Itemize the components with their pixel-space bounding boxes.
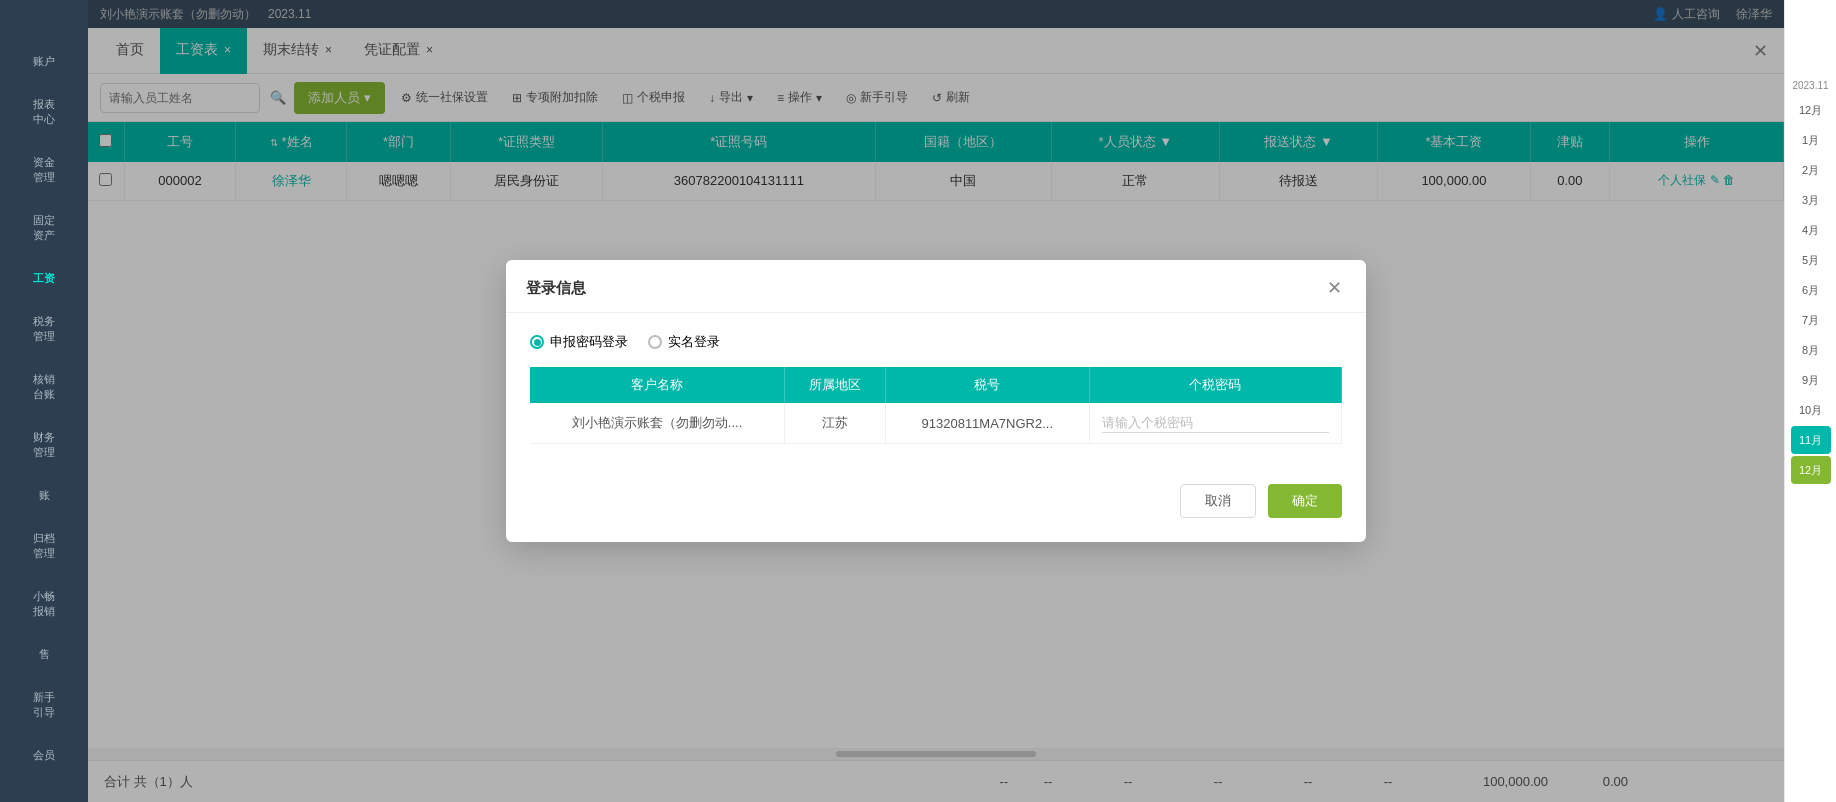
cal-month-8[interactable]: 8月	[1791, 336, 1831, 364]
cal-month-1[interactable]: 1月	[1791, 126, 1831, 154]
cal-month-12[interactable]: 12月	[1791, 456, 1831, 484]
sidebar-item-tax[interactable]: 税务管理	[0, 300, 88, 358]
sidebar-item-guide[interactable]: 新手引导	[0, 676, 88, 734]
col-region: 所属地区	[785, 367, 886, 403]
client-table: 客户名称 所属地区 税号 个税密码 刘小艳演示账套（勿删勿动.... 江苏 91…	[530, 367, 1342, 444]
col-tax-no: 税号	[885, 367, 1089, 403]
dialog-title: 登录信息	[526, 279, 586, 298]
sidebar: 账户 报表中心 资金管理 固定资产 工资 税务管理 核销台账 财务管理 账 归档…	[0, 0, 88, 802]
sidebar-item-finance[interactable]: 财务管理	[0, 416, 88, 474]
dialog-header: 登录信息 ✕	[506, 260, 1366, 313]
col-client-name: 客户名称	[530, 367, 785, 403]
sidebar-item-assets[interactable]: 固定资产	[0, 199, 88, 257]
cal-month-7[interactable]: 7月	[1791, 306, 1831, 334]
cal-month-11[interactable]: 11月	[1791, 426, 1831, 454]
modal-overlay: 登录信息 ✕ 申报密码登录 实名登录 客户名称 所属	[88, 0, 1784, 802]
sidebar-item-account[interactable]: 账户	[0, 40, 88, 83]
cal-month-4[interactable]: 4月	[1791, 216, 1831, 244]
radio-password-login[interactable]: 申报密码登录	[530, 333, 628, 351]
cell-region: 江苏	[785, 403, 886, 443]
col-tax-pwd: 个税密码	[1089, 367, 1341, 403]
cal-month-9[interactable]: 9月	[1791, 366, 1831, 394]
dialog-close-button[interactable]: ✕	[1322, 276, 1346, 300]
cal-month-10[interactable]: 10月	[1791, 396, 1831, 424]
password-input[interactable]	[1102, 413, 1329, 433]
cell-client-name: 刘小艳演示账套（勿删勿动....	[530, 403, 785, 443]
cal-month-2[interactable]: 2月	[1791, 156, 1831, 184]
radio-realname-login[interactable]: 实名登录	[648, 333, 720, 351]
sidebar-item-expense[interactable]: 小畅报销	[0, 575, 88, 633]
sidebar-item-member[interactable]: 会员	[0, 734, 88, 777]
cancel-button[interactable]: 取消	[1180, 484, 1256, 518]
sidebar-item-report[interactable]: 报表中心	[0, 83, 88, 141]
cal-month-5[interactable]: 5月	[1791, 246, 1831, 274]
dialog-footer: 取消 确定	[506, 484, 1366, 518]
sidebar-item-salary[interactable]: 工资	[0, 257, 88, 300]
radio-password-dot	[530, 335, 544, 349]
confirm-button[interactable]: 确定	[1268, 484, 1342, 518]
cal-month-12prev[interactable]: 12月	[1791, 96, 1831, 124]
cal-year: 2023.11	[1792, 80, 1828, 91]
cell-pwd[interactable]	[1089, 403, 1341, 443]
cal-month-3[interactable]: 3月	[1791, 186, 1831, 214]
cal-month-6[interactable]: 6月	[1791, 276, 1831, 304]
sidebar-item-ledger[interactable]: 账	[0, 474, 88, 517]
sidebar-item-funds[interactable]: 资金管理	[0, 141, 88, 199]
sidebar-item-archive[interactable]: 归档管理	[0, 517, 88, 575]
login-dialog: 登录信息 ✕ 申报密码登录 实名登录 客户名称 所属	[506, 260, 1366, 542]
right-panel: 2023.11 12月 1月 2月 3月 4月 5月 6月 7月 8月 9月 1…	[1784, 0, 1836, 802]
client-table-row: 刘小艳演示账套（勿删勿动.... 江苏 91320811MA7NGR2...	[530, 403, 1342, 443]
login-type-radio-group: 申报密码登录 实名登录	[530, 333, 1342, 351]
cell-tax-no: 91320811MA7NGR2...	[885, 403, 1089, 443]
dialog-body: 申报密码登录 实名登录 客户名称 所属地区 税号 个税密码	[506, 313, 1366, 464]
sidebar-item-sale[interactable]: 售	[0, 633, 88, 676]
radio-realname-dot	[648, 335, 662, 349]
sidebar-item-writeoff[interactable]: 核销台账	[0, 358, 88, 416]
